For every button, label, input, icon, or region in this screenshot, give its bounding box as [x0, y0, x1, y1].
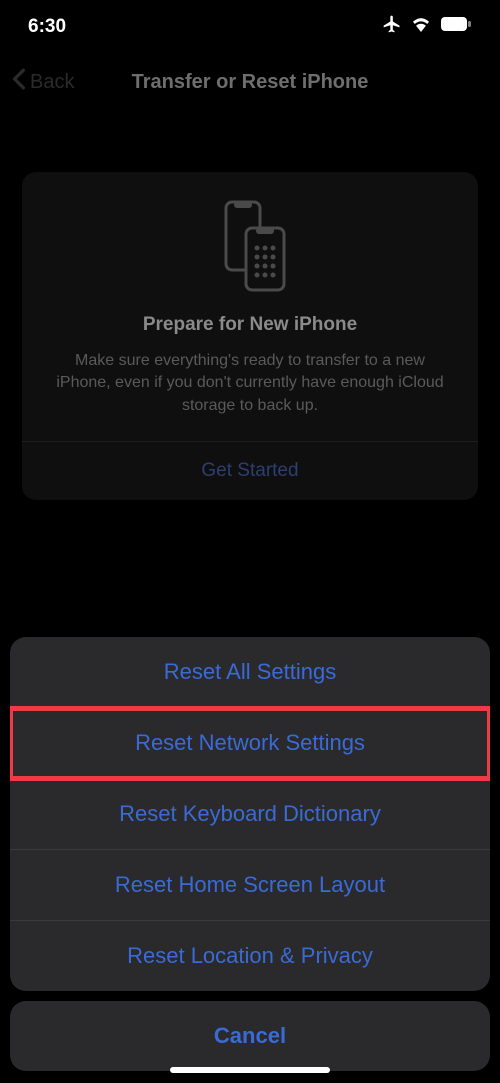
card-title: Prepare for New iPhone — [40, 314, 460, 336]
status-icons — [382, 14, 472, 40]
status-time: 6:30 — [28, 16, 66, 38]
airplane-icon — [382, 14, 402, 40]
reset-location-privacy-button[interactable]: Reset Location & Privacy — [10, 921, 490, 991]
reset-home-screen-layout-button[interactable]: Reset Home Screen Layout — [10, 850, 490, 921]
chevron-left-icon — [12, 68, 26, 96]
back-button[interactable]: Back — [12, 68, 74, 96]
wifi-icon — [410, 16, 432, 38]
home-indicator[interactable] — [170, 1067, 330, 1073]
devices-icon — [40, 200, 460, 292]
status-bar: 6:30 — [0, 0, 500, 54]
sheet-group: Reset All Settings Reset Network Setting… — [10, 637, 490, 991]
prepare-card: Prepare for New iPhone Make sure everyth… — [22, 172, 478, 500]
battery-icon — [440, 16, 472, 38]
reset-network-settings-button[interactable]: Reset Network Settings — [10, 708, 490, 779]
action-sheet: Reset All Settings Reset Network Setting… — [0, 637, 500, 1083]
card-description: Make sure everything's ready to transfer… — [40, 350, 460, 417]
reset-keyboard-dictionary-button[interactable]: Reset Keyboard Dictionary — [10, 779, 490, 850]
cancel-button[interactable]: Cancel — [10, 1001, 490, 1071]
reset-all-settings-button[interactable]: Reset All Settings — [10, 637, 490, 708]
page-title: Transfer or Reset iPhone — [132, 71, 369, 94]
nav-header: Back Transfer or Reset iPhone — [0, 54, 500, 110]
back-label: Back — [30, 71, 74, 94]
get-started-button[interactable]: Get Started — [40, 442, 460, 500]
